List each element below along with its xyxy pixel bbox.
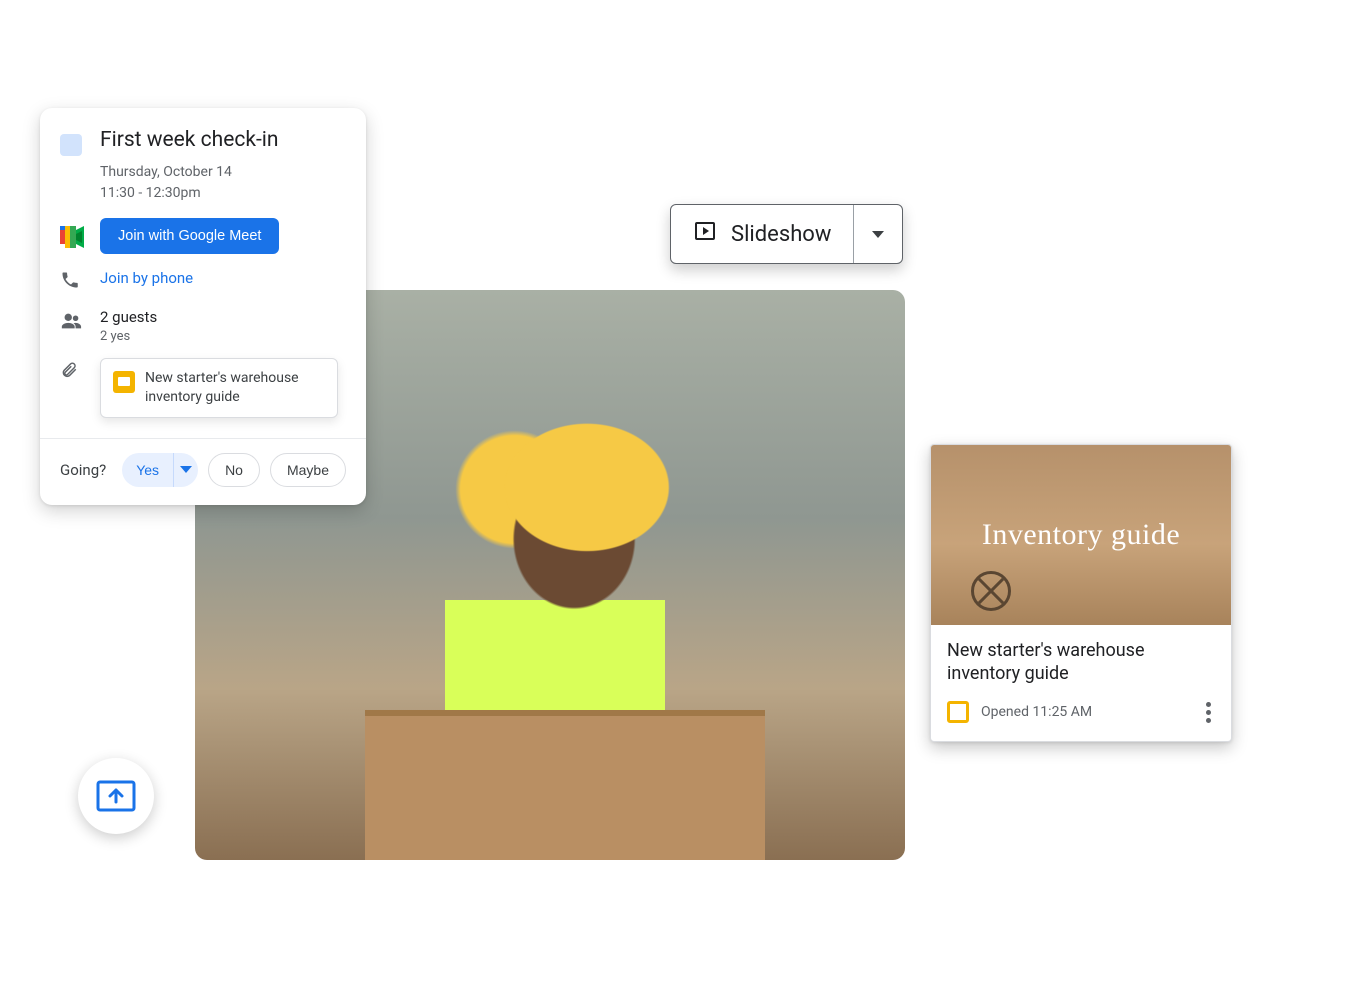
event-attachment[interactable]: New starter's warehouse inventory guide xyxy=(100,358,338,418)
guests-icon xyxy=(60,310,82,336)
rsvp-yes-button[interactable]: Yes xyxy=(122,453,173,487)
thumbnail-caption: Inventory guide xyxy=(982,518,1180,552)
event-time: 11:30 - 12:30pm xyxy=(100,183,346,204)
event-color-chip xyxy=(60,134,82,156)
upload-button[interactable] xyxy=(78,758,154,834)
attachment-icon xyxy=(60,360,78,384)
rsvp-maybe-button[interactable]: Maybe xyxy=(270,453,346,487)
calendar-event-card: First week check-in Thursday, October 14… xyxy=(40,108,366,505)
file-opened-timestamp: Opened 11:25 AM xyxy=(981,704,1190,720)
event-date: Thursday, October 14 xyxy=(100,162,346,183)
slideshow-label: Slideshow xyxy=(731,222,831,247)
slides-file-icon xyxy=(113,371,135,393)
rsvp-bar: Going? Yes No Maybe xyxy=(40,438,366,505)
more-options-button[interactable] xyxy=(1202,698,1215,727)
slideshow-button[interactable]: Slideshow xyxy=(671,205,853,263)
google-meet-icon xyxy=(60,226,86,248)
event-title: First week check-in xyxy=(100,128,346,152)
slides-file-card[interactable]: Inventory guide New starter's warehouse … xyxy=(930,444,1232,742)
chevron-down-icon xyxy=(872,231,884,238)
join-google-meet-button[interactable]: Join with Google Meet xyxy=(100,218,279,254)
guest-count: 2 guests xyxy=(100,308,346,326)
upload-to-screen-icon xyxy=(96,780,136,812)
file-thumbnail: Inventory guide xyxy=(931,445,1231,625)
guest-status: 2 yes xyxy=(100,329,346,344)
rsvp-no-button[interactable]: No xyxy=(208,453,260,487)
phone-icon xyxy=(60,270,80,294)
attachment-filename: New starter's warehouse inventory guide xyxy=(145,369,325,407)
slideshow-split-button: Slideshow xyxy=(670,204,903,264)
rsvp-yes-dropdown[interactable] xyxy=(174,453,198,487)
play-presentation-icon xyxy=(693,219,717,249)
box-symbol-icon xyxy=(971,571,1011,611)
rsvp-prompt: Going? xyxy=(60,461,106,479)
join-by-phone-link[interactable]: Join by phone xyxy=(100,269,193,287)
chevron-down-icon xyxy=(180,466,192,473)
rsvp-yes-group: Yes xyxy=(122,453,198,487)
slideshow-dropdown[interactable] xyxy=(854,205,902,263)
file-title: New starter's warehouse inventory guide xyxy=(947,639,1215,686)
google-slides-icon xyxy=(947,701,969,723)
